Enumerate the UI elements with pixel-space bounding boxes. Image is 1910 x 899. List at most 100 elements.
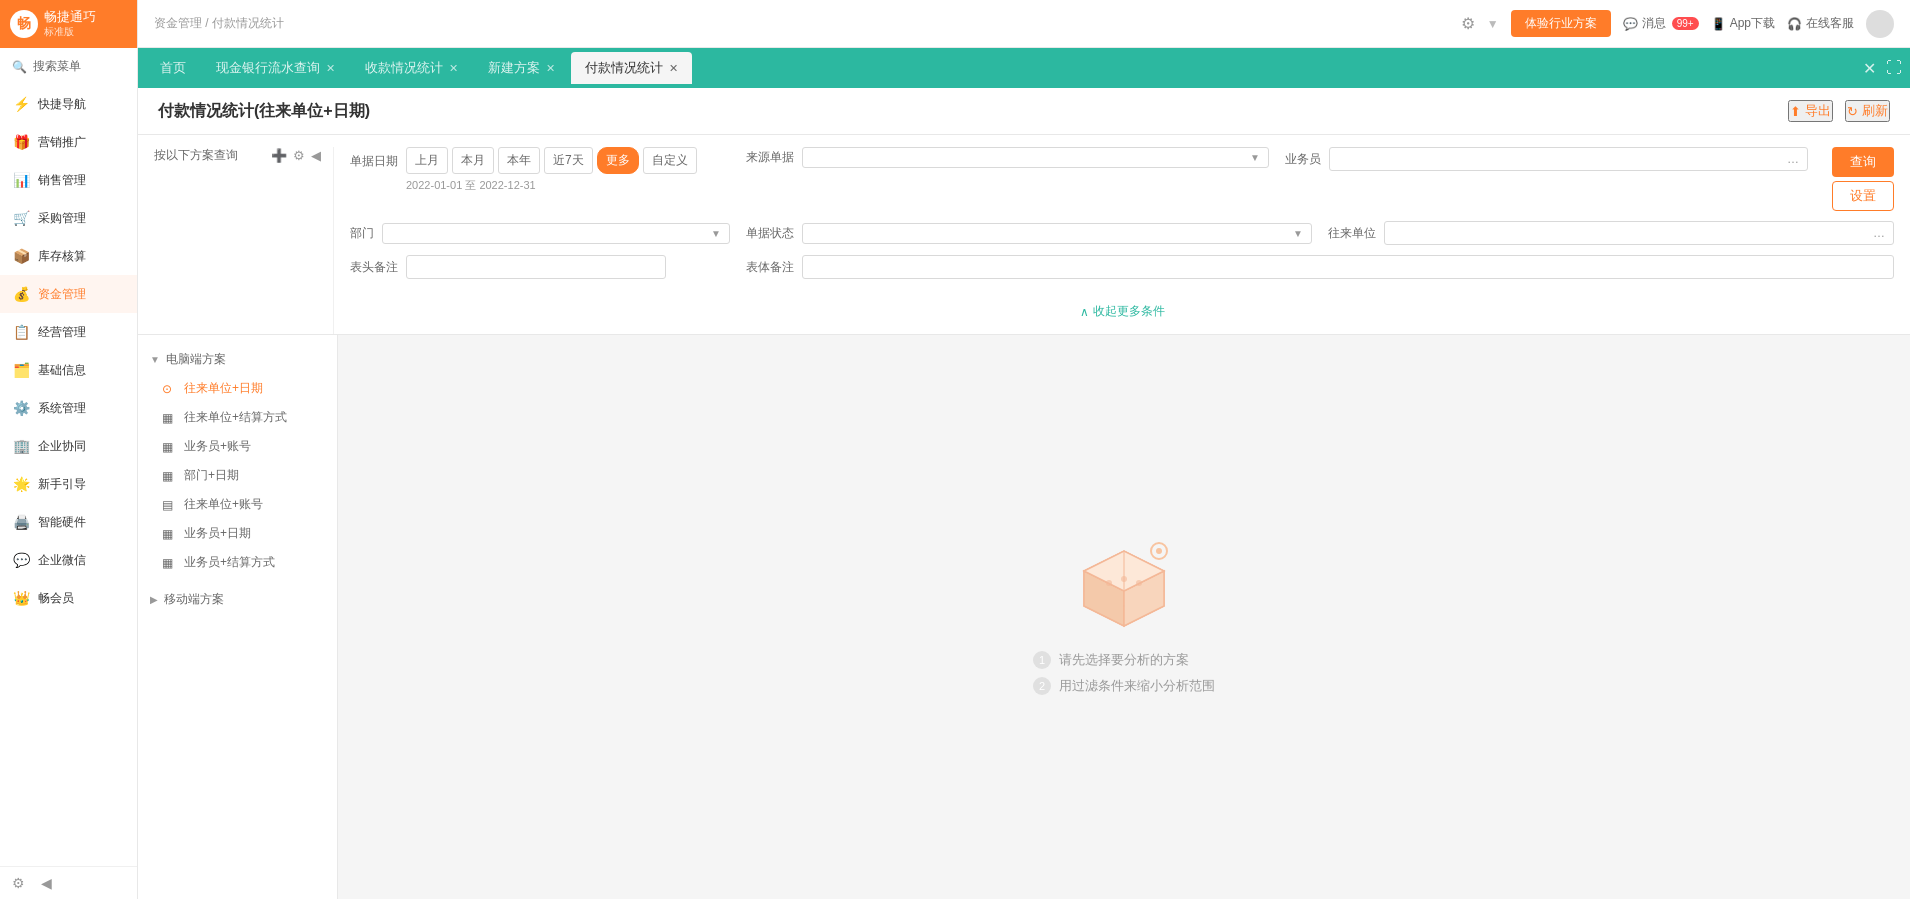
svg-point-5 (1106, 580, 1112, 586)
step-2-text: 用过滤条件来缩小分析范围 (1059, 677, 1215, 695)
scheme-partner-account[interactable]: ▤ 往来单位+账号 (138, 490, 337, 519)
sidebar-search[interactable]: 🔍 搜索菜单 (0, 48, 137, 85)
doc-status-arrow-icon: ▼ (1293, 228, 1303, 239)
scheme-partner-date[interactable]: ⊙ 往来单位+日期 (138, 374, 337, 403)
footer-setting-btn[interactable]: ⚙ (12, 875, 25, 891)
sidebar-item-quick-nav[interactable]: ⚡ 快捷导航 (0, 85, 137, 123)
search-icon: 🔍 (12, 60, 27, 74)
dept-select[interactable]: ▼ (382, 223, 730, 244)
scheme-salesman-date[interactable]: ▦ 业务员+日期 (138, 519, 337, 548)
online-service-btn[interactable]: 🎧 在线客服 (1787, 15, 1854, 32)
content-area: 付款情况统计(往来单位+日期) ⬆ 导出 ↻ 刷新 按以下方案查询 (138, 88, 1910, 899)
scheme-dept-date[interactable]: ▦ 部门+日期 (138, 461, 337, 490)
section-mobile[interactable]: ▶ 移动端方案 (138, 585, 337, 614)
tab-home[interactable]: 首页 (146, 52, 200, 84)
scheme-label: 业务员+结算方式 (184, 554, 275, 571)
tab-payment-stats[interactable]: 付款情况统计 ✕ (571, 52, 692, 84)
header-remark-input[interactable] (406, 255, 666, 279)
tab-payment-close[interactable]: ✕ (669, 62, 678, 75)
svg-point-9 (1156, 548, 1162, 554)
scheme-salesman-account[interactable]: ▦ 业务员+账号 (138, 432, 337, 461)
date-btn-last-7days[interactable]: 近7天 (544, 147, 593, 174)
date-btn-last-month[interactable]: 上月 (406, 147, 448, 174)
footer-collapse-btn[interactable]: ◀ (41, 875, 52, 891)
purchase-icon: 🛒 (12, 209, 30, 227)
date-btn-this-month[interactable]: 本月 (452, 147, 494, 174)
set-btn[interactable]: 设置 (1832, 181, 1894, 211)
date-btn-more[interactable]: 更多 (597, 147, 639, 174)
tab-new-plan[interactable]: 新建方案 ✕ (474, 52, 569, 84)
tabs-expand-btn[interactable]: ⛶ (1886, 59, 1902, 77)
sidebar-item-label: 智能硬件 (38, 514, 86, 531)
collapse-row: ∧ 收起更多条件 (350, 289, 1894, 334)
header-remark-group: 表头备注 (350, 255, 730, 279)
source-select[interactable]: ▼ (802, 147, 1269, 168)
sidebar-footer: ⚙ ◀ (0, 866, 137, 899)
refresh-btn[interactable]: ↻ 刷新 (1845, 100, 1890, 122)
user-avatar[interactable] (1866, 10, 1894, 38)
sidebar-item-label: 快捷导航 (38, 96, 86, 113)
doc-status-select[interactable]: ▼ (802, 223, 1312, 244)
sidebar-item-member[interactable]: 👑 畅会员 (0, 579, 137, 617)
date-controls: 上月 本月 本年 近7天 更多 自定义 2022-01-01 至 2022-12… (406, 147, 697, 193)
tabs-close-btn[interactable]: ✕ (1863, 59, 1876, 78)
sidebar-item-marketing[interactable]: 🎁 营销推广 (0, 123, 137, 161)
headset-icon: 🎧 (1787, 17, 1802, 31)
sidebar-item-wechat[interactable]: 💬 企业微信 (0, 541, 137, 579)
sidebar-item-purchase[interactable]: 🛒 采购管理 (0, 199, 137, 237)
sidebar-brand: 畅捷通巧 标准版 (44, 9, 96, 39)
date-btn-this-year[interactable]: 本年 (498, 147, 540, 174)
step-1-num: 1 (1033, 651, 1051, 669)
query-btn[interactable]: 查询 (1832, 147, 1894, 177)
section-mobile-label: 移动端方案 (164, 591, 224, 608)
sidebar-item-enterprise[interactable]: 🏢 企业协同 (0, 427, 137, 465)
scheme-salesman-settle[interactable]: ▦ 业务员+结算方式 (138, 548, 337, 577)
dept-filter-group: 部门 ▼ (350, 223, 730, 244)
sidebar-item-operation[interactable]: 📋 经营管理 (0, 313, 137, 351)
sidebar-item-basic[interactable]: 🗂️ 基础信息 (0, 351, 137, 389)
panel-collapse-btn[interactable]: ◀ (311, 148, 321, 163)
sidebar-item-system[interactable]: ⚙️ 系统管理 (0, 389, 137, 427)
try-industry-btn[interactable]: 体验行业方案 (1511, 10, 1611, 37)
message-badge: 99+ (1672, 17, 1699, 30)
panel-add-btn[interactable]: ➕ (271, 148, 287, 163)
message-btn[interactable]: 💬 消息 99+ (1623, 15, 1699, 32)
tab-receipt-close[interactable]: ✕ (449, 62, 458, 75)
collapse-btn[interactable]: ∧ 收起更多条件 (350, 295, 1894, 328)
tab-receipt-stats[interactable]: 收款情况统计 ✕ (351, 52, 472, 84)
scheme-partner-settle[interactable]: ▦ 往来单位+结算方式 (138, 403, 337, 432)
partner-dot-icon[interactable]: … (1873, 226, 1885, 240)
tab-home-label: 首页 (160, 59, 186, 77)
scheme-label: 往来单位+账号 (184, 496, 263, 513)
body-remark-group: 表体备注 (746, 255, 1894, 279)
panel-setting-btn[interactable]: ⚙ (293, 148, 305, 163)
date-btn-group: 上月 本月 本年 近7天 更多 自定义 (406, 147, 697, 174)
salesman-dot-icon[interactable]: … (1787, 152, 1799, 166)
salesman-select[interactable]: … (1329, 147, 1808, 171)
tab-new-plan-close[interactable]: ✕ (546, 62, 555, 75)
sidebar-item-label: 畅会员 (38, 590, 74, 607)
section-desktop[interactable]: ▼ 电脑端方案 (138, 345, 337, 374)
app-download-btn[interactable]: 📱 App下载 (1711, 15, 1775, 32)
section-desktop-label: 电脑端方案 (166, 351, 226, 368)
tab-receipt-label: 收款情况统计 (365, 59, 443, 77)
setting-icon[interactable]: ⚙ (1461, 14, 1475, 33)
empty-step-2: 2 用过滤条件来缩小分析范围 (1033, 677, 1215, 695)
main-area: 资金管理 / 付款情况统计 ⚙ ▼ 体验行业方案 💬 消息 99+ 📱 App下… (138, 0, 1910, 899)
tab-cash-flow[interactable]: 现金银行流水查询 ✕ (202, 52, 349, 84)
empty-state: 1 请先选择要分析的方案 2 用过滤条件来缩小分析范围 (1033, 531, 1215, 703)
export-btn[interactable]: ⬆ 导出 (1788, 100, 1833, 122)
topbar-dropdown-arrow[interactable]: ▼ (1487, 17, 1499, 31)
sidebar-item-inventory[interactable]: 📦 库存核算 (0, 237, 137, 275)
sidebar-item-sales[interactable]: 📊 销售管理 (0, 161, 137, 199)
date-btn-custom[interactable]: 自定义 (643, 147, 697, 174)
breadcrumb: 资金管理 / 付款情况统计 (154, 15, 1449, 32)
sidebar-item-hardware[interactable]: 🖨️ 智能硬件 (0, 503, 137, 541)
scheme-icon: ▦ (162, 469, 178, 483)
body-remark-input[interactable] (802, 255, 1894, 279)
sidebar-item-guide[interactable]: 🌟 新手引导 (0, 465, 137, 503)
partner-select[interactable]: … (1384, 221, 1894, 245)
tab-cash-flow-close[interactable]: ✕ (326, 62, 335, 75)
search-label: 搜索菜单 (33, 58, 81, 75)
sidebar-item-capital[interactable]: 💰 资金管理 (0, 275, 137, 313)
